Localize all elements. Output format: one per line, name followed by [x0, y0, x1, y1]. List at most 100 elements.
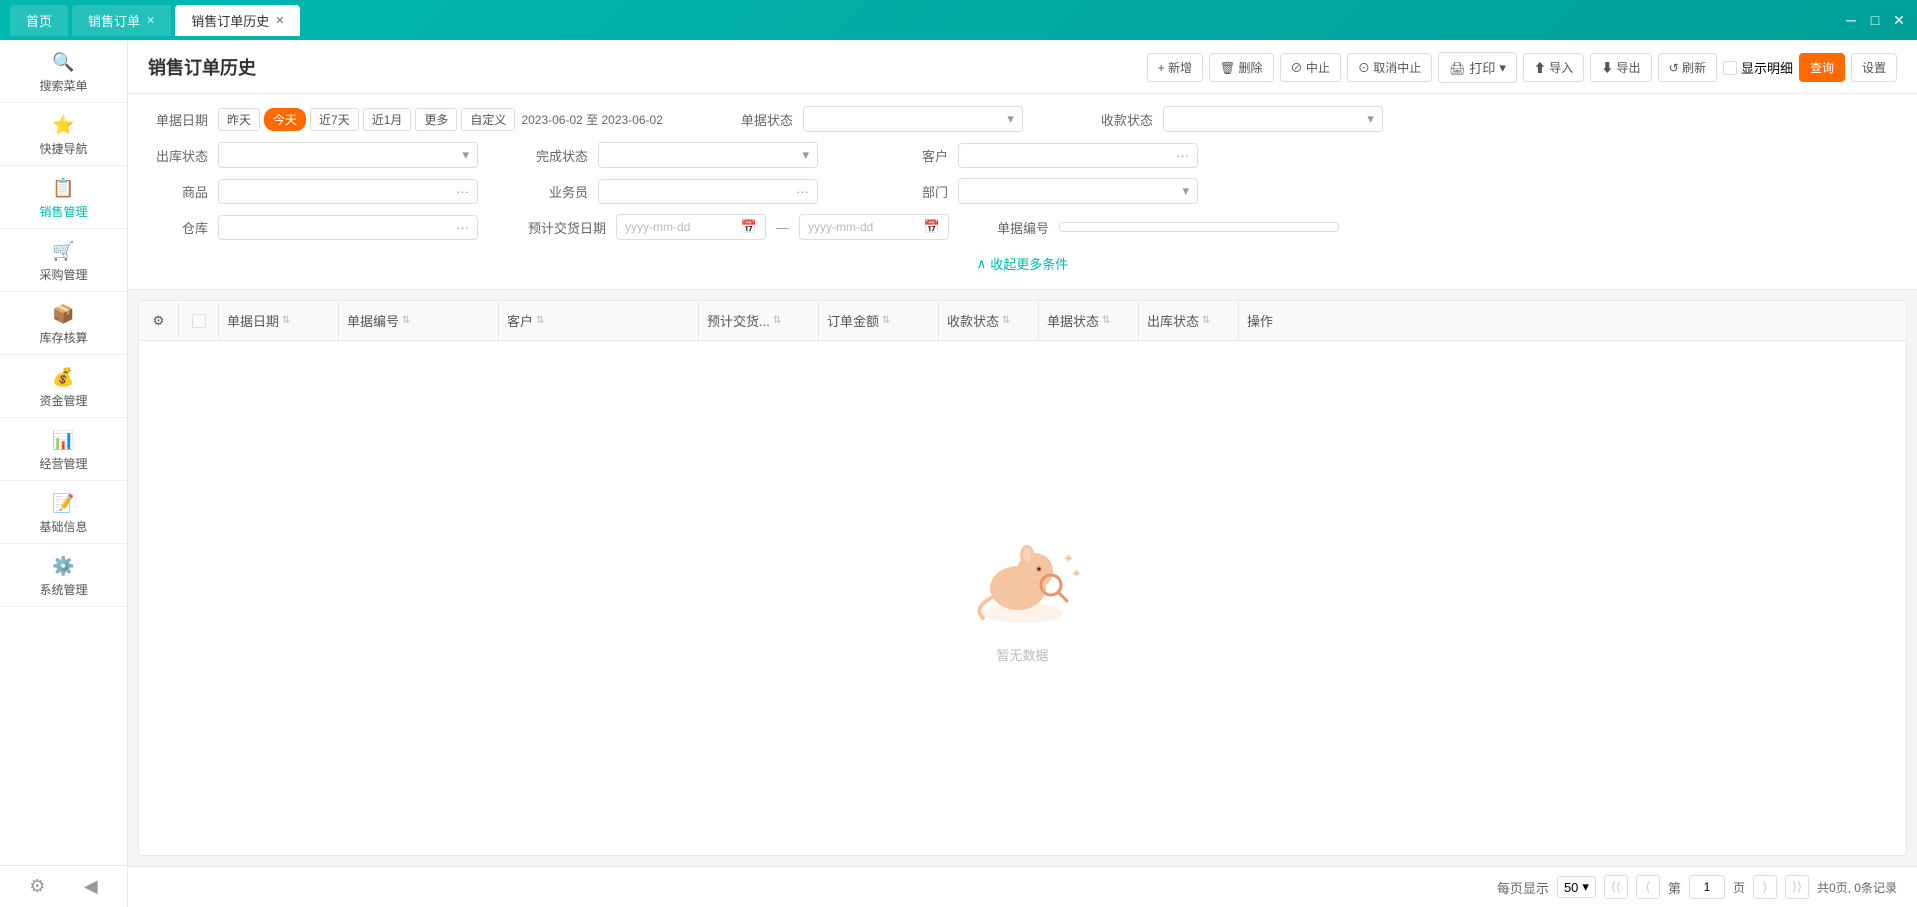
page-size-select[interactable]: 50 ▾ [1557, 876, 1596, 898]
sidebar-collapse-button[interactable]: ◀ [84, 876, 98, 897]
quick-nav-icon: ⭐ [52, 115, 74, 136]
main-layout: 🔍 搜索菜单 ⭐ 快捷导航 📋 销售管理 🛒 采购管理 📦 库存核算 💰 资金管… [0, 40, 1917, 907]
query-button[interactable]: 查询 [1799, 53, 1845, 82]
settings-button[interactable]: 设置 [1851, 53, 1897, 82]
sidebar-item-sales-mgmt[interactable]: 📋 销售管理 [0, 166, 127, 229]
tab-sales-order-history[interactable]: 销售订单历史 ✕ [175, 5, 300, 36]
date-btn-custom[interactable]: 自定义 [461, 108, 515, 131]
print-button[interactable]: 🖨 打印 ▾ [1438, 52, 1517, 83]
filter-row-1: 单据日期 昨天 今天 近7天 近1月 更多 自定义 2023-06-02 至 2… [148, 106, 1897, 132]
tab-sales-order[interactable]: 销售订单 ✕ [72, 5, 171, 36]
close-button[interactable]: ✕ [1891, 12, 1907, 28]
date-btn-1month[interactable]: 近1月 [363, 108, 412, 131]
maximize-button[interactable]: □ [1867, 12, 1883, 28]
th-doc-status-sort-icon: ⇅ [1102, 315, 1110, 326]
customer-input[interactable]: ··· [958, 143, 1198, 168]
collapse-button[interactable]: ∧ 收起更多条件 [148, 250, 1897, 277]
sidebar-item-inventory[interactable]: 📦 库存核算 [0, 292, 127, 355]
export-button[interactable]: ⬇ 导出 [1590, 53, 1651, 82]
empty-svg: ✦ ✦ [963, 533, 1083, 633]
sidebar-item-purchase-mgmt-label: 采购管理 [39, 266, 87, 283]
th-amount-label: 订单金额 [827, 311, 879, 330]
th-customer[interactable]: 客户 ⇅ [499, 301, 699, 340]
add-button[interactable]: + 新增 [1147, 53, 1203, 82]
th-doc-no-sort-icon: ⇅ [402, 315, 410, 326]
minimize-button[interactable]: ─ [1843, 12, 1859, 28]
show-detail-checkbox[interactable] [1723, 61, 1737, 75]
page-last-button[interactable]: ⟩⟩ [1785, 875, 1809, 899]
customer-label: 客户 [888, 146, 948, 165]
tab-sales-order-history-close[interactable]: ✕ [275, 14, 284, 27]
svg-text:✦: ✦ [1071, 566, 1082, 581]
page-next-button[interactable]: ⟩ [1753, 875, 1777, 899]
th-out-status[interactable]: 出库状态 ⇅ [1139, 301, 1239, 340]
th-delivery-date[interactable]: 预计交货... ⇅ [699, 301, 819, 340]
doc-date-value: 昨天 今天 近7天 近1月 更多 自定义 2023-06-02 至 2023-0… [218, 108, 663, 131]
refresh-button[interactable]: ↺ 刷新 [1658, 53, 1717, 82]
finance-icon: 💰 [52, 367, 74, 388]
sidebar-bottom: ⚙ ◀ [0, 865, 127, 907]
doc-status-label: 单据状态 [733, 110, 793, 129]
date-btn-7days[interactable]: 近7天 [310, 108, 359, 131]
tab-home[interactable]: 首页 [10, 5, 68, 36]
date-btn-yesterday[interactable]: 昨天 [218, 108, 260, 131]
dept-select[interactable]: ▾ [958, 178, 1198, 204]
delivery-start-input[interactable]: yyyy-mm-dd 📅 [616, 214, 766, 240]
th-doc-no-label: 单据编号 [347, 311, 399, 330]
payment-status-select[interactable]: ▾ [1163, 106, 1383, 132]
table-select-all-checkbox[interactable] [192, 314, 206, 328]
th-settings[interactable]: ⚙ [139, 303, 179, 339]
tab-sales-order-close[interactable]: ✕ [146, 14, 155, 27]
import-button[interactable]: ⬆ 导入 [1523, 53, 1584, 82]
out-status-select[interactable]: ▾ [218, 142, 478, 168]
sidebar-item-ops-mgmt[interactable]: 📊 经营管理 [0, 418, 127, 481]
goods-input[interactable]: ··· [218, 179, 478, 204]
sidebar-item-finance[interactable]: 💰 资金管理 [0, 355, 127, 418]
warehouse-dots-icon: ··· [456, 220, 469, 235]
th-checkbox[interactable] [179, 304, 219, 338]
date-btn-more[interactable]: 更多 [415, 108, 457, 131]
order-no-input[interactable] [1059, 222, 1339, 232]
sidebar-item-sys-mgmt[interactable]: ⚙️ 系统管理 [0, 544, 127, 607]
salesman-input[interactable]: ··· [598, 179, 818, 204]
salesman-dots-icon: ··· [796, 184, 809, 199]
th-payment-status[interactable]: 收款状态 ⇅ [939, 301, 1039, 340]
sidebar-item-sys-mgmt-label: 系统管理 [39, 581, 87, 598]
show-detail-checkbox-area: 显示明细 [1723, 58, 1793, 77]
content-area: 销售订单历史 + 新增 🗑 删除 ⊘ 中止 ⊙ 取消中止 🖨 打印 ▾ ⬆ 导入… [128, 40, 1917, 907]
complete-status-label: 完成状态 [528, 146, 588, 165]
th-doc-status[interactable]: 单据状态 ⇅ [1039, 301, 1139, 340]
date-btn-today[interactable]: 今天 [264, 108, 306, 131]
sidebar-item-base-info[interactable]: 📝 基础信息 [0, 481, 127, 544]
purchase-mgmt-icon: 🛒 [52, 241, 74, 262]
dept-label: 部门 [888, 182, 948, 201]
page-number-input[interactable] [1689, 875, 1725, 899]
sidebar-item-search-menu[interactable]: 🔍 搜索菜单 [0, 40, 127, 103]
warehouse-input[interactable]: ··· [218, 215, 478, 240]
th-doc-date[interactable]: 单据日期 ⇅ [219, 301, 339, 340]
doc-status-arrow-icon: ▾ [1007, 111, 1014, 127]
delivery-end-input[interactable]: yyyy-mm-dd 📅 [799, 214, 949, 240]
goods-label: 商品 [148, 182, 208, 201]
page-size-arrow-icon: ▾ [1582, 879, 1589, 895]
page-prev-button[interactable]: ⟨ [1636, 875, 1660, 899]
svg-text:✦: ✦ [1063, 551, 1074, 566]
goods-dots-icon: ··· [456, 184, 469, 199]
cancel-stop-button[interactable]: ⊙ 取消中止 [1347, 53, 1432, 82]
th-doc-no[interactable]: 单据编号 ⇅ [339, 301, 499, 340]
complete-status-select[interactable]: ▾ [598, 142, 818, 168]
page-first-button[interactable]: ⟨⟨ [1604, 875, 1628, 899]
doc-status-select[interactable]: ▾ [803, 106, 1023, 132]
delivery-end-placeholder: yyyy-mm-dd [808, 220, 920, 234]
page-size-label: 每页显示 [1497, 878, 1549, 897]
sidebar-item-purchase-mgmt[interactable]: 🛒 采购管理 [0, 229, 127, 292]
table-settings-icon: ⚙ [153, 313, 165, 329]
delete-button[interactable]: 🗑 删除 [1209, 53, 1274, 82]
sidebar-settings-button[interactable]: ⚙ [29, 876, 45, 897]
collapse-up-icon: ∧ [977, 256, 987, 272]
sys-mgmt-icon: ⚙️ [52, 556, 74, 577]
stop-button[interactable]: ⊘ 中止 [1280, 53, 1341, 82]
date-separator: — [776, 220, 789, 235]
th-amount[interactable]: 订单金额 ⇅ [819, 301, 939, 340]
sidebar-item-quick-nav[interactable]: ⭐ 快捷导航 [0, 103, 127, 166]
